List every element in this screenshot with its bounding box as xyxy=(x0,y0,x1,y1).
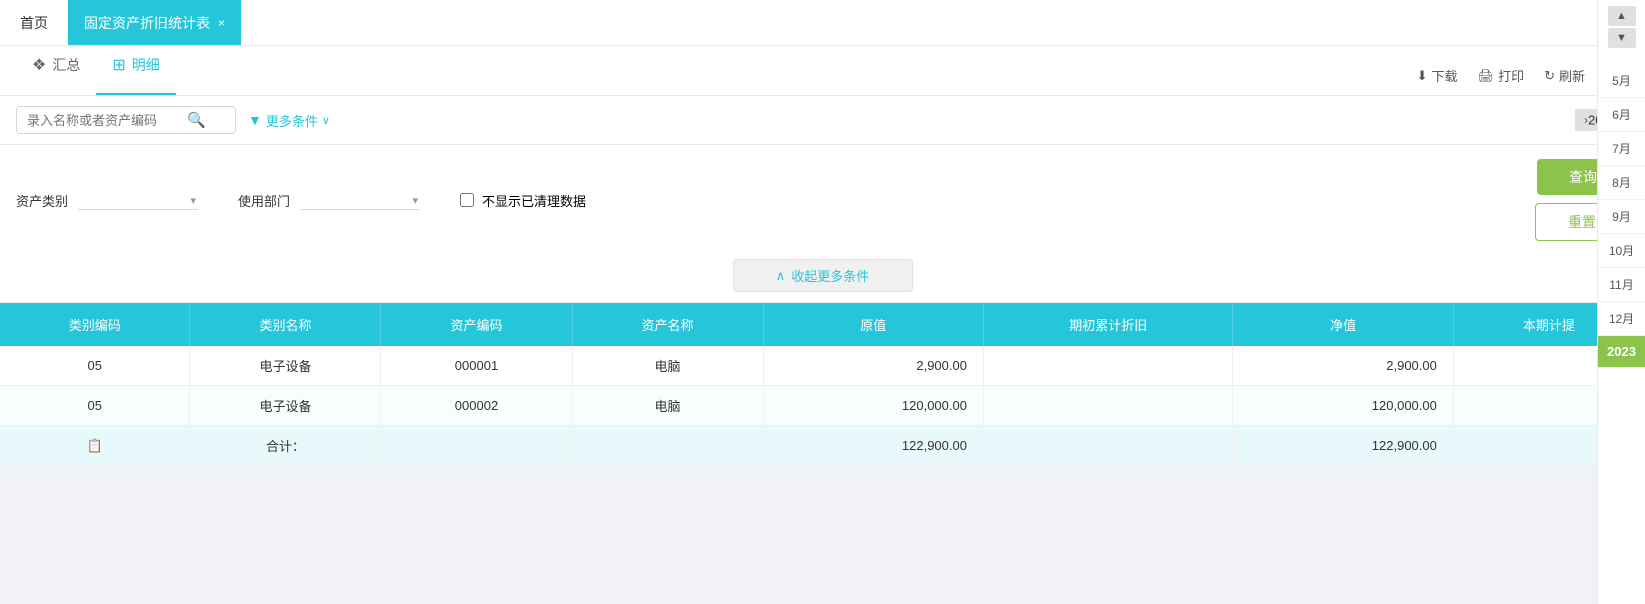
download-btn[interactable]: ⬇ 下载 xyxy=(1417,66,1458,85)
col-asset-code: 资产编码 xyxy=(381,303,572,346)
collapse-label: 收起更多条件 xyxy=(791,266,869,285)
month-item[interactable]: 7月 xyxy=(1598,132,1645,166)
hide-cleared-checkbox[interactable] xyxy=(460,193,474,207)
search-bar: 🔍 ▼ 更多条件 ∨ › 2023.01 xyxy=(0,96,1645,145)
col-net-value: 净值 xyxy=(1233,303,1453,346)
search-input-wrap[interactable]: 🔍 xyxy=(16,106,236,134)
active-tab-label: 固定资产折旧统计表 xyxy=(84,13,210,33)
detail-icon: ⊞ xyxy=(112,55,125,75)
col-category-code: 类别编码 xyxy=(0,303,190,346)
asset-category-label: 资产类别 xyxy=(16,191,68,210)
month-item[interactable]: 8月 xyxy=(1598,166,1645,200)
cell-asset-code: 000001 xyxy=(381,346,572,386)
refresh-label: 刷新 xyxy=(1559,66,1585,85)
right-panel: ▲ ▼ 5月6月7月8月9月10月11月12月2023 xyxy=(1597,0,1645,604)
filter-area: 资产类别 ▾ 使用部门 ▾ 不显示已清理数据 查询 重置 xyxy=(0,145,1645,303)
toolbar-right: ⬇ 下载 🖨 打印 ↻ 刷新 xyxy=(1417,66,1585,85)
cell-category-code: 05 xyxy=(0,386,190,426)
print-label: 打印 xyxy=(1498,66,1524,85)
collapse-icon: ∧ xyxy=(776,268,786,284)
month-item[interactable]: 6月 xyxy=(1598,98,1645,132)
month-item[interactable]: 12月 xyxy=(1598,302,1645,336)
cell-category-name: 电子设备 xyxy=(190,386,381,426)
table-row: 05 电子设备 000002 电脑 120,000.00 120,000.00 xyxy=(0,386,1645,426)
tab-detail[interactable]: ⊞ 明细 xyxy=(96,46,175,95)
print-btn[interactable]: 🖨 打印 xyxy=(1478,66,1525,85)
chevron-down-icon: ∨ xyxy=(322,114,330,127)
col-accumulated-dep: 期初累计折旧 xyxy=(983,303,1232,346)
print-icon: 🖨 xyxy=(1478,68,1495,84)
month-item[interactable]: 5月 xyxy=(1598,64,1645,98)
download-label: 下载 xyxy=(1432,66,1458,85)
tab-summary[interactable]: ❖ 汇总 xyxy=(16,46,96,95)
search-input[interactable] xyxy=(27,113,187,128)
department-select-wrap: ▾ xyxy=(300,190,420,210)
cell-asset-name: 电脑 xyxy=(572,346,763,386)
nav-arrows: ▲ ▼ xyxy=(1608,0,1636,54)
department-filter: 使用部门 ▾ xyxy=(238,190,420,210)
department-select[interactable] xyxy=(300,190,420,210)
month-list: 5月6月7月8月9月10月11月12月2023 xyxy=(1598,54,1645,368)
department-label: 使用部门 xyxy=(238,191,290,210)
table-wrap: 类别编码 类别名称 资产编码 资产名称 原值 期初累计折旧 净值 本期计提 05… xyxy=(0,303,1645,466)
col-asset-name: 资产名称 xyxy=(572,303,763,346)
cell-original-value: 120,000.00 xyxy=(763,386,983,426)
cell-accumulated-dep xyxy=(983,346,1232,386)
year-badge[interactable]: 2023 xyxy=(1598,336,1645,368)
active-tab[interactable]: 固定资产折旧统计表 × xyxy=(68,0,241,45)
hide-cleared-label: 不显示已清理数据 xyxy=(482,191,586,210)
total-label: 合计： xyxy=(190,426,381,466)
month-item[interactable]: 10月 xyxy=(1598,234,1645,268)
cell-net-value: 120,000.00 xyxy=(1233,386,1453,426)
total-asset-code xyxy=(381,426,572,466)
scroll-up-btn[interactable]: ▲ xyxy=(1608,6,1636,26)
collapse-btn[interactable]: ∧ 收起更多条件 xyxy=(733,259,913,292)
cell-category-code: 05 xyxy=(0,346,190,386)
tab-close-icon[interactable]: × xyxy=(218,16,225,30)
filter-icon: ▼ xyxy=(248,112,262,128)
data-table: 类别编码 类别名称 资产编码 资产名称 原值 期初累计折旧 净值 本期计提 05… xyxy=(0,303,1645,466)
tab-detail-label: 明细 xyxy=(132,55,160,75)
refresh-icon: ↻ xyxy=(1544,68,1555,84)
total-accumulated-dep xyxy=(983,426,1232,466)
month-item[interactable]: 11月 xyxy=(1598,268,1645,302)
refresh-btn[interactable]: ↻ 刷新 xyxy=(1544,66,1585,85)
scroll-down-btn[interactable]: ▼ xyxy=(1608,28,1636,48)
cell-accumulated-dep xyxy=(983,386,1232,426)
hide-cleared-wrap: 不显示已清理数据 xyxy=(460,191,586,210)
cell-category-name: 电子设备 xyxy=(190,346,381,386)
table-header-row: 类别编码 类别名称 资产编码 资产名称 原值 期初累计折旧 净值 本期计提 xyxy=(0,303,1645,346)
col-original-value: 原值 xyxy=(763,303,983,346)
asset-category-select-wrap: ▾ xyxy=(78,190,198,210)
sub-tabs-bar: ❖ 汇总 ⊞ 明细 ⬇ 下载 🖨 打印 ↻ 刷新 xyxy=(0,46,1645,96)
asset-category-filter: 资产类别 ▾ xyxy=(16,190,198,210)
search-icon[interactable]: 🔍 xyxy=(187,111,206,129)
cell-asset-code: 000002 xyxy=(381,386,572,426)
filter-row: 资产类别 ▾ 使用部门 ▾ 不显示已清理数据 查询 重置 xyxy=(16,159,1629,241)
total-asset-name xyxy=(572,426,763,466)
cell-net-value: 2,900.00 xyxy=(1233,346,1453,386)
total-net-value: 122,900.00 xyxy=(1233,426,1453,466)
cell-original-value: 2,900.00 xyxy=(763,346,983,386)
table-row: 05 电子设备 000001 电脑 2,900.00 2,900.00 xyxy=(0,346,1645,386)
total-original-value: 122,900.00 xyxy=(763,426,983,466)
total-row: 📋 合计： 122,900.00 122,900.00 xyxy=(0,426,1645,466)
summary-icon: ❖ xyxy=(32,55,46,75)
more-conditions-btn[interactable]: ▼ 更多条件 ∨ xyxy=(248,111,330,130)
tab-summary-label: 汇总 xyxy=(52,55,80,75)
total-icon: 📋 xyxy=(0,426,190,466)
top-nav: 首页 固定资产折旧统计表 × ✕ xyxy=(0,0,1645,46)
col-category-name: 类别名称 xyxy=(190,303,381,346)
cell-asset-name: 电脑 xyxy=(572,386,763,426)
asset-category-select[interactable] xyxy=(78,190,198,210)
more-conditions-label: 更多条件 xyxy=(266,111,318,130)
home-nav-item[interactable]: 首页 xyxy=(0,0,68,45)
download-icon: ⬇ xyxy=(1417,68,1428,84)
month-item[interactable]: 9月 xyxy=(1598,200,1645,234)
